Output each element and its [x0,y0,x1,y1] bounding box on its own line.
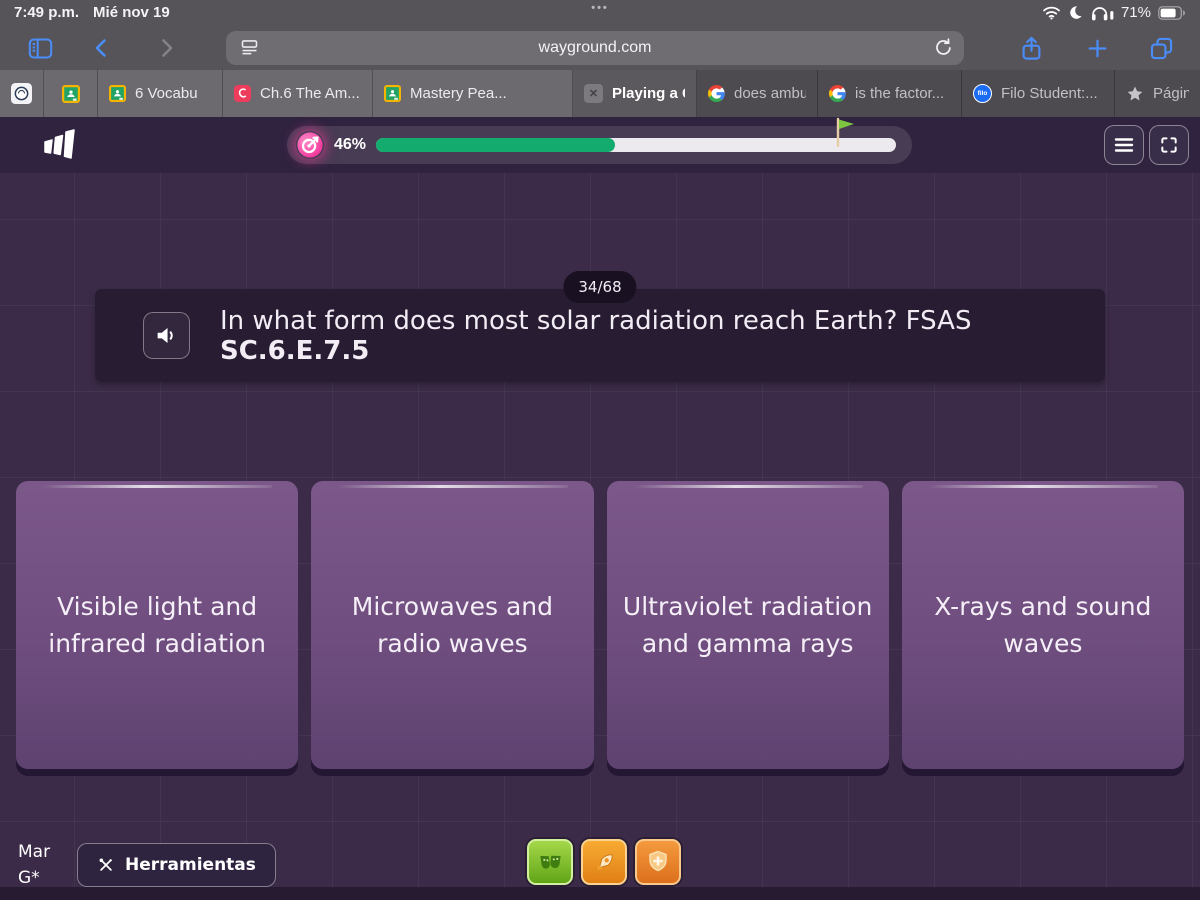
answer-card-1[interactable]: Visible light and infrared radiation [16,481,299,769]
speaker-icon [157,328,173,343]
tabs-overview-button[interactable] [1145,32,1177,64]
tools-button[interactable]: Herramientas [77,843,276,887]
tab-label: Página princ... [1153,85,1189,102]
share-button[interactable] [1015,32,1047,64]
star-icon [1126,85,1144,103]
powerups-bar [527,839,681,885]
tab-label: Playing a Ga... [612,85,685,102]
wayground-logo-icon [40,128,86,167]
footer-strip [0,887,1200,900]
ipad-screen: 7:49 p.m. Mié nov 19 ••• 71% wayground.c… [0,0,1200,900]
google-icon [708,85,725,102]
page-settings-button[interactable] [239,37,260,61]
tab-bar: 6 Vocabu Ch.6 The Am... Mastery Pea... ✕… [0,70,1200,117]
answer-card-3[interactable]: Ultraviolet radiation and gamma rays [606,481,889,769]
quiz-main: 34/68 In what form does most solar radia… [0,173,1200,900]
answer-card-2[interactable]: Microwaves and radio waves [311,481,594,769]
tools-label: Herramientas [125,855,256,875]
masks-icon [539,855,561,869]
quiz-header: 46% [0,117,1200,173]
headphones-icon [1090,5,1114,21]
tab-does-ambus[interactable]: does ambus... [697,70,818,117]
hamburger-icon [1114,138,1134,152]
tab-classroom-1[interactable] [44,70,98,117]
url-text: wayground.com [538,39,652,56]
player-name: Mar G* [18,839,50,892]
fullscreen-icon [1161,137,1177,153]
google-icon [829,85,846,102]
powerup-rocket-button[interactable] [581,839,627,885]
tab-label: 6 Vocabu [135,85,198,102]
tools-icon [99,858,112,871]
reload-button[interactable] [933,37,954,61]
wifi-icon [1042,5,1061,20]
read-aloud-button[interactable] [143,312,190,359]
red-app-icon [234,85,251,102]
classroom-icon [109,85,126,102]
moon-icon [1068,5,1083,20]
progress-fill [376,138,616,152]
question-text: In what form does most solar radiation r… [220,289,1077,382]
classroom-icon [384,85,401,102]
sidebar-toggle-button[interactable] [24,32,56,64]
progress-pill: 46% [287,117,912,164]
tab-is-the-factor[interactable]: is the factor... [818,70,962,117]
tab-ch6-the-am[interactable]: Ch.6 The Am... [223,70,373,117]
progress-track [376,117,896,152]
tab-label: is the factor... [855,85,945,102]
tab-playing-a-game-active[interactable]: ✕ Playing a Ga... [573,70,697,117]
powerup-masks-button[interactable] [527,839,573,885]
tab-filo-student[interactable]: filo Filo Student:... [962,70,1115,117]
powerup-shield-button[interactable] [635,839,681,885]
site-logo-icon [11,83,32,104]
answers-grid: Visible light and infrared radiation Mic… [16,481,1184,769]
multitask-indicator: ••• [591,2,609,14]
battery-icon [1158,5,1186,20]
new-tab-button[interactable] [1081,32,1113,64]
tab-label: does ambus... [734,85,806,102]
tab-site-logo[interactable] [0,70,44,117]
browser-chrome: 7:49 p.m. Mié nov 19 ••• 71% wayground.c… [0,0,1200,70]
forward-button[interactable] [150,32,182,64]
tab-label: Ch.6 The Am... [260,85,360,102]
tab-label: Mastery Pea... [410,85,507,102]
classroom-icon [61,84,80,103]
progress-flag-icon [830,116,856,153]
close-tab-button[interactable]: ✕ [584,84,603,103]
player-name-line1: Mar [18,842,51,862]
tab-mastery-pea[interactable]: Mastery Pea... [373,70,573,117]
status-date: Mié nov 19 [93,4,170,21]
tab-label: Filo Student:... [1001,85,1098,102]
filo-icon: filo [973,84,992,103]
accuracy-icon [296,131,324,159]
clock: 7:49 p.m. [14,4,80,21]
battery-percent: 71% [1120,4,1151,21]
back-button[interactable] [86,32,118,64]
shield-plus-icon [649,850,667,872]
fullscreen-button[interactable] [1149,125,1189,165]
safari-toolbar: wayground.com [0,25,1200,70]
question-standard: SC.6.E.7.5 [220,335,370,366]
status-bar: 7:49 p.m. Mié nov 19 ••• 71% [0,0,1200,25]
accuracy-value: 46% [334,136,367,153]
url-bar[interactable]: wayground.com [226,31,964,65]
menu-button[interactable] [1104,125,1144,165]
question-counter: 34/68 [563,271,637,303]
answer-card-4[interactable]: X-rays and sound waves [901,481,1184,769]
tab-6-vocabu[interactable]: 6 Vocabu [98,70,223,117]
rocket-icon [596,853,613,870]
tab-pagina-principal[interactable]: Página princ... [1115,70,1200,117]
question-body: In what form does most solar radiation r… [220,305,972,336]
